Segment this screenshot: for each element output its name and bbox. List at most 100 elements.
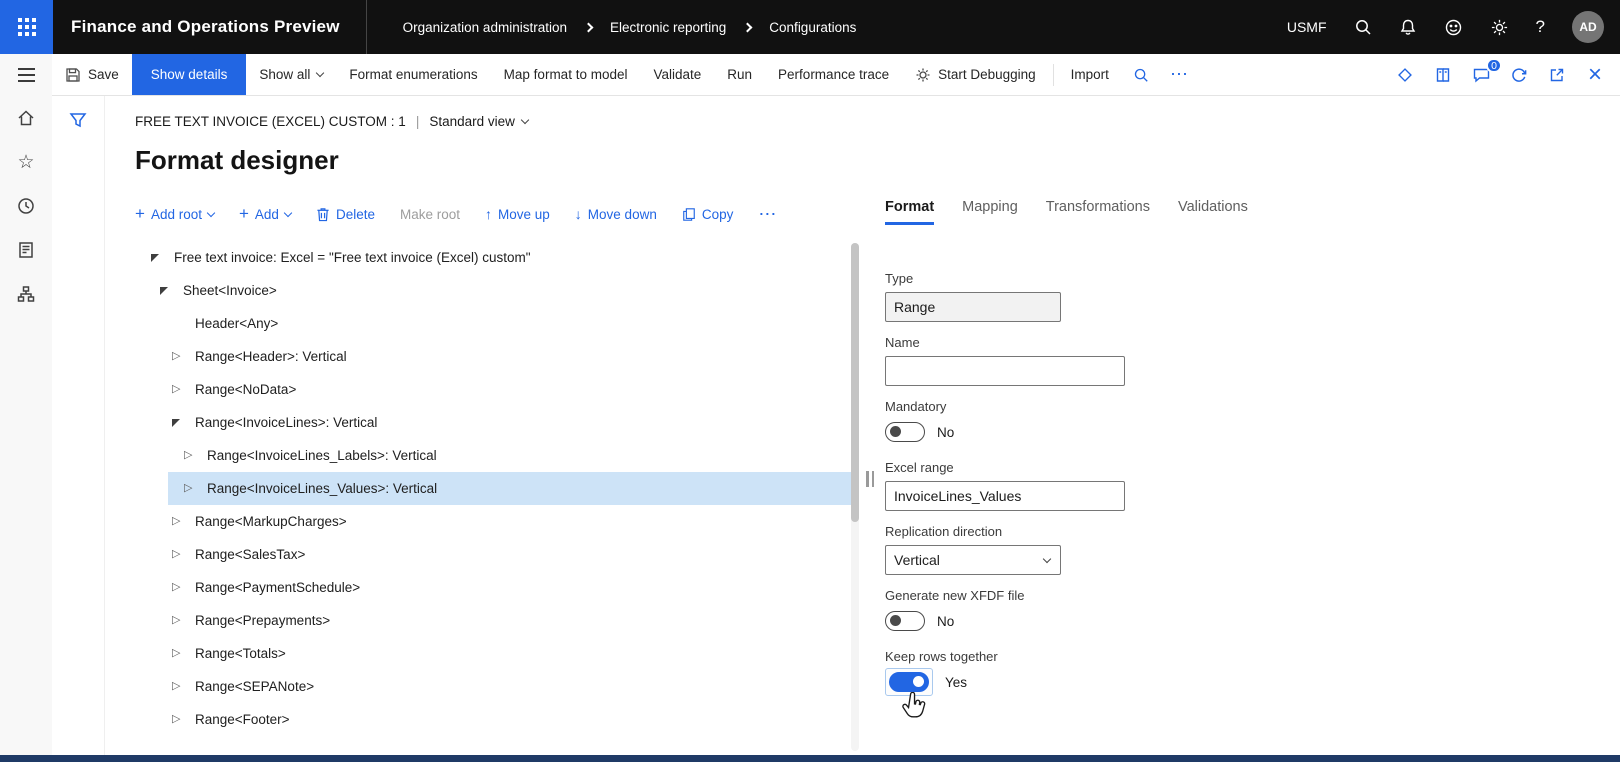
caption-separator: | <box>415 113 420 129</box>
collapse-arrow-icon[interactable]: ▷ <box>172 384 190 395</box>
sidebar-item-recent[interactable] <box>0 184 52 228</box>
expand-arrow-icon[interactable] <box>151 253 169 262</box>
splitter-handle-icon[interactable] <box>866 471 874 487</box>
show-details-button[interactable]: Show details <box>131 54 247 95</box>
tree-node[interactable]: Header<Any> <box>135 307 859 340</box>
make-root-button[interactable]: Make root <box>400 207 460 222</box>
expand-arrow-icon[interactable] <box>172 418 190 427</box>
refresh-icon[interactable] <box>1500 54 1538 95</box>
collapse-arrow-icon[interactable]: ▷ <box>172 516 190 527</box>
tree-node[interactable]: ▷ Range<InvoiceLines_Labels>: Vertical <box>135 439 859 472</box>
tree-more-options-icon[interactable]: ⋯ <box>758 204 776 225</box>
task-guide-book-icon[interactable] <box>1424 54 1462 95</box>
start-debugging-button[interactable]: Start Debugging <box>902 54 1049 95</box>
left-nav-rail: ☆ <box>0 54 52 755</box>
feedback-smiley-icon[interactable] <box>1444 18 1463 37</box>
replication-direction-select[interactable]: Vertical <box>885 545 1061 575</box>
company-picker[interactable]: USMF <box>1287 19 1327 35</box>
tree-node[interactable]: ▷ Range<SalesTax> <box>135 538 859 571</box>
notifications-bell-icon[interactable] <box>1399 18 1417 36</box>
save-button[interactable]: Save <box>52 54 132 95</box>
tree-scrollbar[interactable] <box>851 243 859 751</box>
format-enumerations-button[interactable]: Format enumerations <box>336 54 490 95</box>
tree-node[interactable]: ▷ Range<PaymentSchedule> <box>135 571 859 604</box>
copy-button[interactable]: Copy <box>682 207 733 222</box>
collapse-arrow-icon[interactable]: ▷ <box>184 483 202 494</box>
collapse-arrow-icon[interactable]: ▷ <box>184 450 202 461</box>
designer-diamond-icon[interactable] <box>1386 54 1424 95</box>
hamburger-menu-button[interactable] <box>0 54 52 96</box>
help-icon[interactable]: ? <box>1536 17 1545 37</box>
name-input[interactable] <box>885 356 1125 386</box>
run-button[interactable]: Run <box>714 54 765 95</box>
collapse-arrow-icon[interactable]: ▷ <box>172 714 190 725</box>
collapse-arrow-icon[interactable]: ▷ <box>172 681 190 692</box>
tree-node[interactable]: ▷ Range<MarkupCharges> <box>135 505 859 538</box>
add-root-button[interactable]: + Add root <box>135 205 216 222</box>
scrollbar-thumb[interactable] <box>851 243 859 523</box>
messages-icon[interactable]: 0 <box>1462 54 1502 95</box>
tree-node[interactable]: ▷ Range<Header>: Vertical <box>135 340 859 373</box>
generate-xfdf-toggle[interactable]: No <box>885 609 1620 633</box>
excel-range-input[interactable] <box>885 481 1125 511</box>
action-bar-right-cluster: 0 × <box>1386 54 1620 95</box>
chevron-down-icon <box>283 208 293 217</box>
search-icon[interactable] <box>1354 18 1372 36</box>
map-format-to-model-button[interactable]: Map format to model <box>491 54 641 95</box>
tab-mapping[interactable]: Mapping <box>962 199 1018 222</box>
more-options-icon[interactable]: ⋯ <box>1160 54 1198 95</box>
tree-node[interactable]: ▷ Range<Footer> <box>135 703 859 736</box>
pane-splitter[interactable] <box>859 199 881 755</box>
tab-transformations[interactable]: Transformations <box>1046 199 1150 222</box>
hamburger-icon <box>17 68 35 82</box>
tree-node[interactable]: Range<InvoiceLines>: Vertical <box>135 406 859 439</box>
import-button[interactable]: Import <box>1058 54 1122 95</box>
view-selector[interactable]: Standard view <box>429 114 530 129</box>
validate-button[interactable]: Validate <box>640 54 714 95</box>
arrow-down-icon: ↓ <box>574 206 582 222</box>
expand-arrow-icon[interactable] <box>160 286 178 295</box>
mandatory-toggle[interactable]: No <box>885 420 1620 444</box>
delete-button[interactable]: Delete <box>316 207 375 222</box>
collapse-arrow-icon[interactable]: ▷ <box>172 549 190 560</box>
add-button[interactable]: + Add <box>239 205 293 222</box>
breadcrumb-chevron-icon <box>742 22 753 32</box>
show-all-button[interactable]: Show all <box>246 54 336 95</box>
sidebar-item-forms[interactable] <box>0 228 52 272</box>
tree-node[interactable]: ▷ Range<SEPANote> <box>135 670 859 703</box>
form-icon <box>19 242 33 258</box>
collapse-arrow-icon[interactable]: ▷ <box>172 351 190 362</box>
tree-node[interactable]: ▷ Range<InvoiceLines_Values>: Vertical <box>135 472 859 505</box>
collapse-arrow-icon[interactable]: ▷ <box>172 615 190 626</box>
tree-node[interactable]: ▷ Range<NoData> <box>135 373 859 406</box>
breadcrumb-item[interactable]: Organization administration <box>403 20 567 35</box>
type-input[interactable] <box>885 292 1061 322</box>
collapse-arrow-icon[interactable]: ▷ <box>172 648 190 659</box>
tab-format[interactable]: Format <box>885 199 935 225</box>
tree-node-label: Sheet<Invoice> <box>183 283 277 298</box>
avatar[interactable]: AD <box>1572 11 1604 43</box>
sidebar-item-modules[interactable] <box>0 272 52 316</box>
app-launcher-button[interactable] <box>0 0 53 54</box>
open-in-new-window-icon[interactable] <box>1538 54 1576 95</box>
keep-rows-together-toggle[interactable]: Yes <box>885 668 1620 696</box>
app-title[interactable]: Finance and Operations Preview <box>71 17 340 37</box>
tree-node[interactable]: Sheet<Invoice> <box>135 274 859 307</box>
format-structure-tree: Free text invoice: Excel = "Free text in… <box>135 241 859 736</box>
performance-trace-button[interactable]: Performance trace <box>765 54 902 95</box>
breadcrumb-item[interactable]: Configurations <box>769 20 856 35</box>
move-down-button[interactable]: ↓ Move down <box>575 207 657 222</box>
sidebar-item-home[interactable] <box>0 96 52 140</box>
collapse-arrow-icon[interactable]: ▷ <box>172 582 190 593</box>
close-icon[interactable]: × <box>1576 54 1614 95</box>
sidebar-item-favorites[interactable]: ☆ <box>0 140 52 184</box>
settings-gear-icon[interactable] <box>1490 18 1509 37</box>
action-search-icon[interactable] <box>1122 54 1160 95</box>
tree-node[interactable]: Free text invoice: Excel = "Free text in… <box>135 241 859 274</box>
tree-node[interactable]: ▷ Range<Prepayments> <box>135 604 859 637</box>
filter-funnel-icon[interactable] <box>68 110 88 134</box>
breadcrumb-item[interactable]: Electronic reporting <box>610 20 726 35</box>
move-up-button[interactable]: ↑ Move up <box>485 207 550 222</box>
tab-validations[interactable]: Validations <box>1178 199 1248 222</box>
tree-node[interactable]: ▷ Range<Totals> <box>135 637 859 670</box>
